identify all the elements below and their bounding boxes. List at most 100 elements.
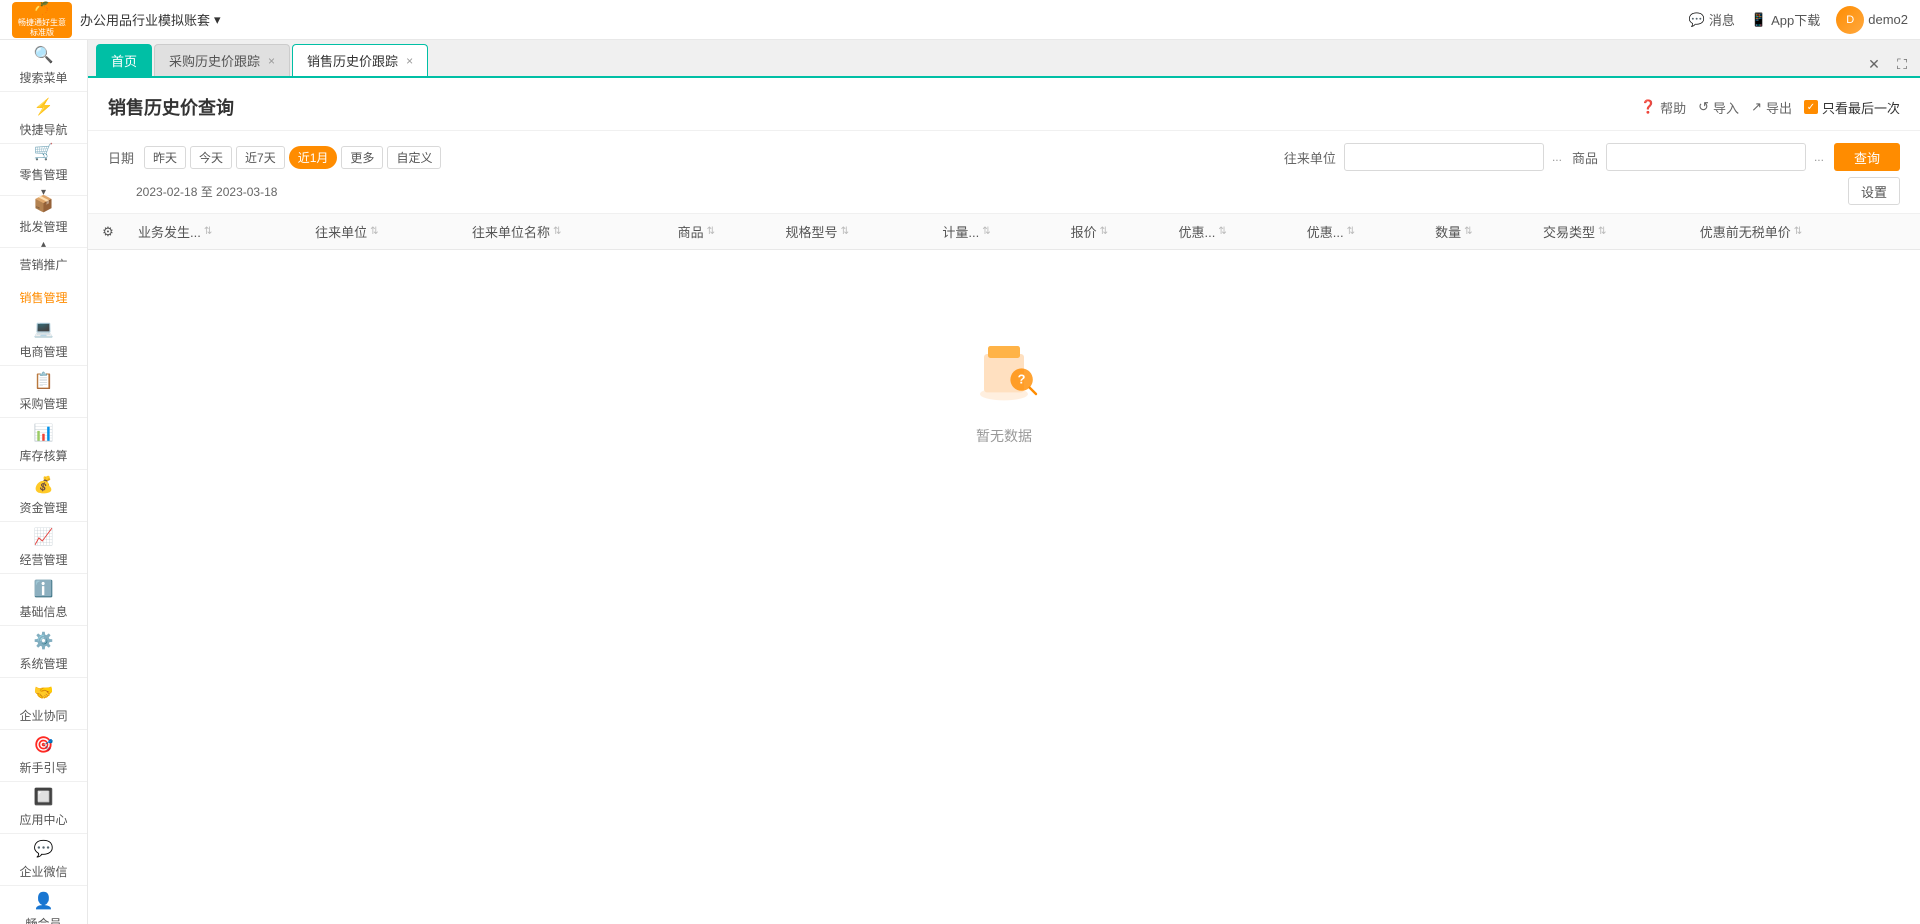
table-container: ⚙ 业务发生... ⇅ 往来单位 — [88, 214, 1920, 924]
th-sort-biz-date: 业务发生... ⇅ — [138, 222, 212, 241]
sidebar-item-system[interactable]: ⚙️ 系统管理 — [0, 626, 87, 678]
ecommerce-icon: 💻 — [34, 319, 54, 339]
tab-sales-history[interactable]: 销售历史价跟踪 × — [292, 44, 428, 76]
app-center-icon: 🔲 — [34, 787, 54, 807]
th-trade-type[interactable]: 交易类型 ⇅ — [1533, 214, 1690, 250]
sidebar-item-enterprise[interactable]: 🤝 企业协同 — [0, 678, 87, 730]
svg-text:?: ? — [1018, 372, 1026, 387]
top-bar: 🍊 畅捷通好生意标准版 办公用品行业模拟账套 ▾ 💬 消息 📱 App下载 D … — [0, 0, 1920, 40]
th-party-name[interactable]: 往来单位名称 ⇅ — [462, 214, 668, 250]
today-btn[interactable]: 今天 — [190, 146, 232, 169]
user-menu[interactable]: D demo2 — [1836, 6, 1908, 34]
tab-bar: 首页 采购历史价跟踪 × 销售历史价跟踪 × ✕ ⛶ — [88, 40, 1920, 78]
company-name: 办公用品行业模拟账套 — [80, 10, 210, 29]
help-icon: ❓ — [1640, 99, 1656, 115]
filter-row2: 2023-02-18 至 2023-03-18 设置 — [108, 177, 1900, 205]
app-download-button[interactable]: 📱 App下载 — [1751, 10, 1820, 29]
sidebar-item-label: 基础信息 — [19, 603, 67, 620]
th-qty[interactable]: 数量 ⇅ — [1425, 214, 1533, 250]
query-button[interactable]: 查询 — [1834, 143, 1900, 171]
message-button[interactable]: 💬 消息 — [1689, 10, 1735, 29]
help-label: 帮助 — [1660, 98, 1686, 117]
th-spec[interactable]: 规格型号 ⇅ — [776, 214, 933, 250]
message-label: 消息 — [1709, 10, 1735, 29]
sidebar-item-member[interactable]: 👤 畅会员 — [0, 886, 87, 924]
sidebar-item-search[interactable]: 🔍 搜索菜单 — [0, 40, 87, 92]
sidebar-item-marketing[interactable]: 营销推广 — [0, 248, 87, 281]
yesterday-btn[interactable]: 昨天 — [144, 146, 186, 169]
th-discount1-label: 优惠... — [1179, 222, 1216, 241]
export-label: 导出 — [1766, 98, 1792, 117]
party-filter-group: 往来单位 ... — [1284, 143, 1562, 171]
week7-btn[interactable]: 近7天 — [236, 146, 285, 169]
th-quote[interactable]: 报价 ⇅ — [1061, 214, 1169, 250]
help-button[interactable]: ❓ 帮助 — [1640, 98, 1686, 117]
tab-purchase-history-label: 采购历史价跟踪 — [169, 51, 260, 70]
th-discount2[interactable]: 优惠... ⇅ — [1297, 214, 1425, 250]
last-only-checkbox[interactable]: ✓ 只看最后一次 — [1804, 98, 1900, 117]
export-button[interactable]: ↗ 导出 — [1751, 98, 1792, 117]
th-unit[interactable]: 计量... ⇅ — [932, 214, 1060, 250]
sidebar-item-label: 企业协同 — [19, 707, 67, 724]
retail-icon: 🛒 — [34, 142, 54, 162]
sidebar-item-purchase[interactable]: 📋 采购管理 — [0, 366, 87, 418]
sidebar-item-ecommerce[interactable]: 💻 电商管理 — [0, 314, 87, 366]
sort-icon-biz-date: ⇅ — [204, 226, 212, 237]
logo[interactable]: 🍊 畅捷通好生意标准版 — [12, 2, 72, 38]
sidebar-item-guide[interactable]: 🎯 新手引导 — [0, 730, 87, 782]
th-discount1[interactable]: 优惠... ⇅ — [1169, 214, 1297, 250]
page-content: 销售历史价查询 ❓ 帮助 ↺ 导入 ↗ 导出 ✓ — [88, 78, 1920, 924]
sidebar-item-finance[interactable]: 💰 资金管理 — [0, 470, 87, 522]
close-tab-sales-icon[interactable]: × — [406, 55, 413, 67]
sidebar-item-label: 资金管理 — [19, 499, 67, 516]
sidebar-item-sales[interactable]: 销售管理 — [0, 281, 87, 314]
sort-icon-discount1: ⇅ — [1218, 226, 1226, 237]
custom-btn[interactable]: 自定义 — [387, 146, 441, 169]
goods-filter-label: 商品 — [1572, 148, 1598, 167]
tab-home[interactable]: 首页 — [96, 44, 152, 76]
th-sort-discount2: 优惠... ⇅ — [1307, 222, 1355, 241]
sort-icon-quote: ⇅ — [1100, 226, 1108, 237]
sidebar-item-label: 新手引导 — [19, 759, 67, 776]
th-settings[interactable]: ⚙ — [88, 214, 128, 250]
checkbox-checked-icon: ✓ — [1804, 100, 1818, 114]
sort-icon-party-code: ⇅ — [370, 226, 378, 237]
maximize-button[interactable]: ⛶ — [1892, 54, 1912, 74]
company-dropdown[interactable]: 办公用品行业模拟账套 ▾ — [80, 10, 1681, 29]
sidebar-item-retail[interactable]: 🛒 零售管理 ▾ — [0, 144, 87, 196]
sidebar-item-inventory[interactable]: 📊 库存核算 — [0, 418, 87, 470]
month1-btn[interactable]: 近1月 — [289, 146, 338, 169]
more-btn[interactable]: 更多 — [341, 146, 383, 169]
top-bar-right: 💬 消息 📱 App下载 D demo2 — [1689, 6, 1908, 34]
goods-input[interactable] — [1606, 143, 1806, 171]
sidebar-item-app-center[interactable]: 🔲 应用中心 — [0, 782, 87, 834]
content-area: 首页 采购历史价跟踪 × 销售历史价跟踪 × ✕ ⛶ 销售历史价查询 — [88, 40, 1920, 924]
shortcut-icon: ⚡ — [34, 97, 54, 117]
import-button[interactable]: ↺ 导入 — [1698, 98, 1739, 117]
close-tab-purchase-icon[interactable]: × — [268, 55, 275, 67]
sidebar-item-shortcut[interactable]: ⚡ 快捷导航 — [0, 92, 87, 144]
sidebar-item-label: 应用中心 — [19, 811, 67, 828]
th-sort-unit: 计量... ⇅ — [942, 222, 990, 241]
th-goods[interactable]: 商品 ⇅ — [668, 214, 776, 250]
import-icon: ↺ — [1698, 99, 1709, 115]
party-filter-label: 往来单位 — [1284, 148, 1336, 167]
th-price-no-tax[interactable]: 优惠前无税单价 ⇅ — [1690, 214, 1920, 250]
th-biz-date[interactable]: 业务发生... ⇅ — [128, 214, 305, 250]
sidebar-item-operations[interactable]: 📈 经营管理 — [0, 522, 87, 574]
tab-purchase-history[interactable]: 采购历史价跟踪 × — [154, 44, 290, 76]
sidebar-item-basic-info[interactable]: ℹ️ 基础信息 — [0, 574, 87, 626]
goods-filter-group: 商品 ... — [1572, 143, 1824, 171]
th-party-code[interactable]: 往来单位 ⇅ — [305, 214, 462, 250]
logo-icon: 🍊 — [33, 1, 50, 18]
th-biz-date-label: 业务发生... — [138, 222, 201, 241]
settings-button[interactable]: 设置 — [1848, 177, 1900, 205]
th-trade-type-label: 交易类型 — [1543, 222, 1595, 241]
message-icon: 💬 — [1689, 12, 1705, 28]
party-input[interactable] — [1344, 143, 1544, 171]
sidebar-item-wholesale[interactable]: 📦 批发管理 ▴ — [0, 196, 87, 248]
sidebar-item-weixin[interactable]: 💬 企业微信 — [0, 834, 87, 886]
th-discount2-label: 优惠... — [1307, 222, 1344, 241]
page-title: 销售历史价查询 — [108, 94, 234, 120]
close-all-tabs-button[interactable]: ✕ — [1864, 54, 1884, 74]
